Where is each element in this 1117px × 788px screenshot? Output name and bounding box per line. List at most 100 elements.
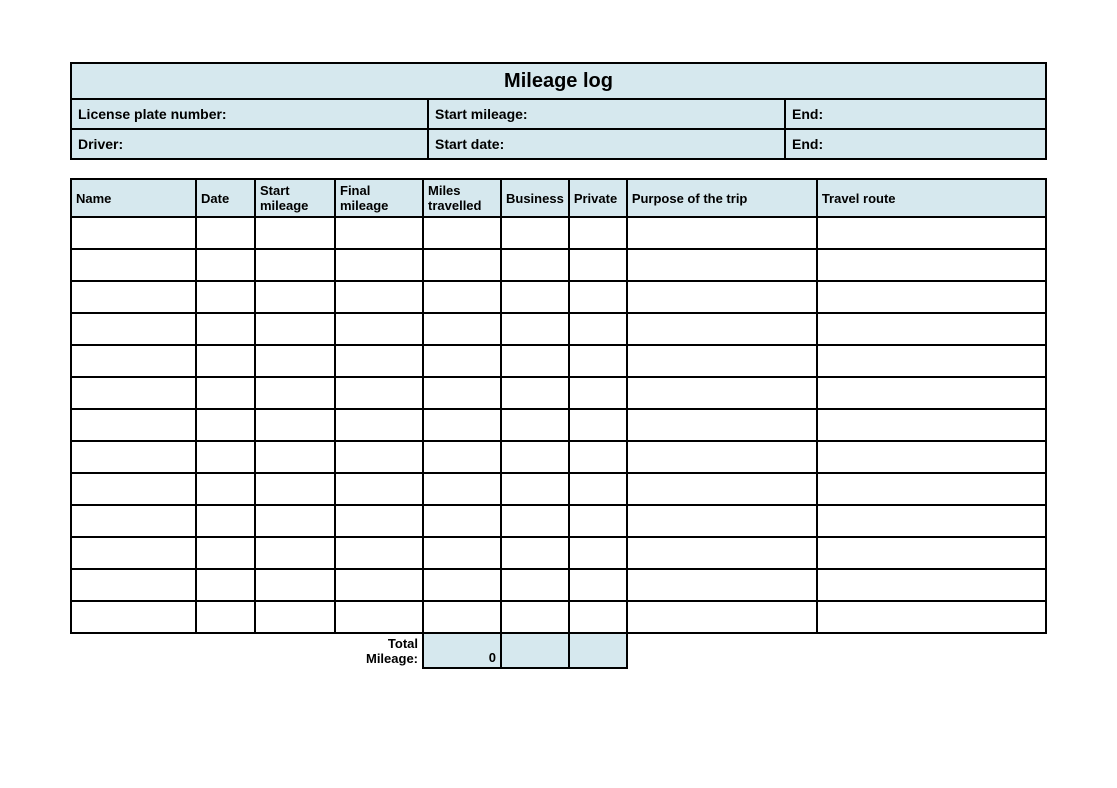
table-cell[interactable] (423, 281, 501, 313)
table-cell[interactable] (627, 345, 817, 377)
table-cell[interactable] (569, 345, 627, 377)
table-cell[interactable] (196, 601, 255, 633)
table-cell[interactable] (335, 601, 423, 633)
table-cell[interactable] (196, 409, 255, 441)
table-cell[interactable] (71, 473, 196, 505)
table-cell[interactable] (255, 313, 335, 345)
table-cell[interactable] (627, 377, 817, 409)
table-cell[interactable] (817, 569, 1046, 601)
table-cell[interactable] (255, 345, 335, 377)
table-cell[interactable] (423, 505, 501, 537)
table-cell[interactable] (71, 377, 196, 409)
table-cell[interactable] (196, 217, 255, 249)
table-cell[interactable] (423, 569, 501, 601)
table-cell[interactable] (196, 569, 255, 601)
table-cell[interactable] (569, 537, 627, 569)
table-cell[interactable] (423, 377, 501, 409)
table-cell[interactable] (501, 569, 569, 601)
table-cell[interactable] (501, 281, 569, 313)
table-cell[interactable] (627, 569, 817, 601)
table-cell[interactable] (335, 249, 423, 281)
table-cell[interactable] (71, 313, 196, 345)
table-cell[interactable] (627, 217, 817, 249)
table-cell[interactable] (501, 377, 569, 409)
table-cell[interactable] (255, 473, 335, 505)
table-cell[interactable] (423, 217, 501, 249)
table-cell[interactable] (255, 217, 335, 249)
table-cell[interactable] (71, 601, 196, 633)
table-cell[interactable] (335, 409, 423, 441)
table-cell[interactable] (71, 345, 196, 377)
table-cell[interactable] (335, 281, 423, 313)
table-cell[interactable] (423, 345, 501, 377)
table-cell[interactable] (255, 249, 335, 281)
table-cell[interactable] (627, 249, 817, 281)
table-cell[interactable] (423, 537, 501, 569)
table-cell[interactable] (71, 249, 196, 281)
table-cell[interactable] (501, 409, 569, 441)
table-cell[interactable] (71, 505, 196, 537)
table-cell[interactable] (255, 505, 335, 537)
table-cell[interactable] (817, 601, 1046, 633)
table-cell[interactable] (423, 473, 501, 505)
table-cell[interactable] (71, 409, 196, 441)
table-cell[interactable] (817, 249, 1046, 281)
table-cell[interactable] (817, 217, 1046, 249)
table-cell[interactable] (255, 537, 335, 569)
table-cell[interactable] (569, 601, 627, 633)
table-cell[interactable] (423, 249, 501, 281)
table-cell[interactable] (501, 473, 569, 505)
table-cell[interactable] (569, 249, 627, 281)
table-cell[interactable] (569, 441, 627, 473)
table-cell[interactable] (255, 569, 335, 601)
table-cell[interactable] (255, 441, 335, 473)
table-cell[interactable] (335, 441, 423, 473)
table-cell[interactable] (627, 537, 817, 569)
table-cell[interactable] (423, 441, 501, 473)
table-cell[interactable] (71, 537, 196, 569)
table-cell[interactable] (817, 409, 1046, 441)
table-cell[interactable] (627, 281, 817, 313)
table-cell[interactable] (569, 505, 627, 537)
table-cell[interactable] (335, 505, 423, 537)
table-cell[interactable] (71, 441, 196, 473)
table-cell[interactable] (817, 441, 1046, 473)
table-cell[interactable] (817, 473, 1046, 505)
table-cell[interactable] (501, 249, 569, 281)
table-cell[interactable] (817, 377, 1046, 409)
table-cell[interactable] (501, 313, 569, 345)
table-cell[interactable] (627, 441, 817, 473)
table-cell[interactable] (569, 569, 627, 601)
table-cell[interactable] (817, 505, 1046, 537)
table-cell[interactable] (569, 377, 627, 409)
table-cell[interactable] (335, 217, 423, 249)
table-cell[interactable] (196, 377, 255, 409)
table-cell[interactable] (569, 217, 627, 249)
table-cell[interactable] (501, 345, 569, 377)
table-cell[interactable] (569, 409, 627, 441)
table-cell[interactable] (569, 313, 627, 345)
table-cell[interactable] (196, 249, 255, 281)
table-cell[interactable] (71, 217, 196, 249)
table-cell[interactable] (817, 537, 1046, 569)
table-cell[interactable] (501, 505, 569, 537)
table-cell[interactable] (569, 473, 627, 505)
table-cell[interactable] (196, 313, 255, 345)
table-cell[interactable] (71, 569, 196, 601)
table-cell[interactable] (423, 313, 501, 345)
table-cell[interactable] (627, 473, 817, 505)
table-cell[interactable] (335, 377, 423, 409)
table-cell[interactable] (196, 345, 255, 377)
table-cell[interactable] (196, 441, 255, 473)
table-cell[interactable] (627, 505, 817, 537)
table-cell[interactable] (255, 377, 335, 409)
table-cell[interactable] (335, 537, 423, 569)
table-cell[interactable] (255, 409, 335, 441)
table-cell[interactable] (501, 537, 569, 569)
table-cell[interactable] (501, 441, 569, 473)
table-cell[interactable] (501, 217, 569, 249)
table-cell[interactable] (335, 569, 423, 601)
table-cell[interactable] (335, 313, 423, 345)
table-cell[interactable] (627, 313, 817, 345)
table-cell[interactable] (196, 473, 255, 505)
